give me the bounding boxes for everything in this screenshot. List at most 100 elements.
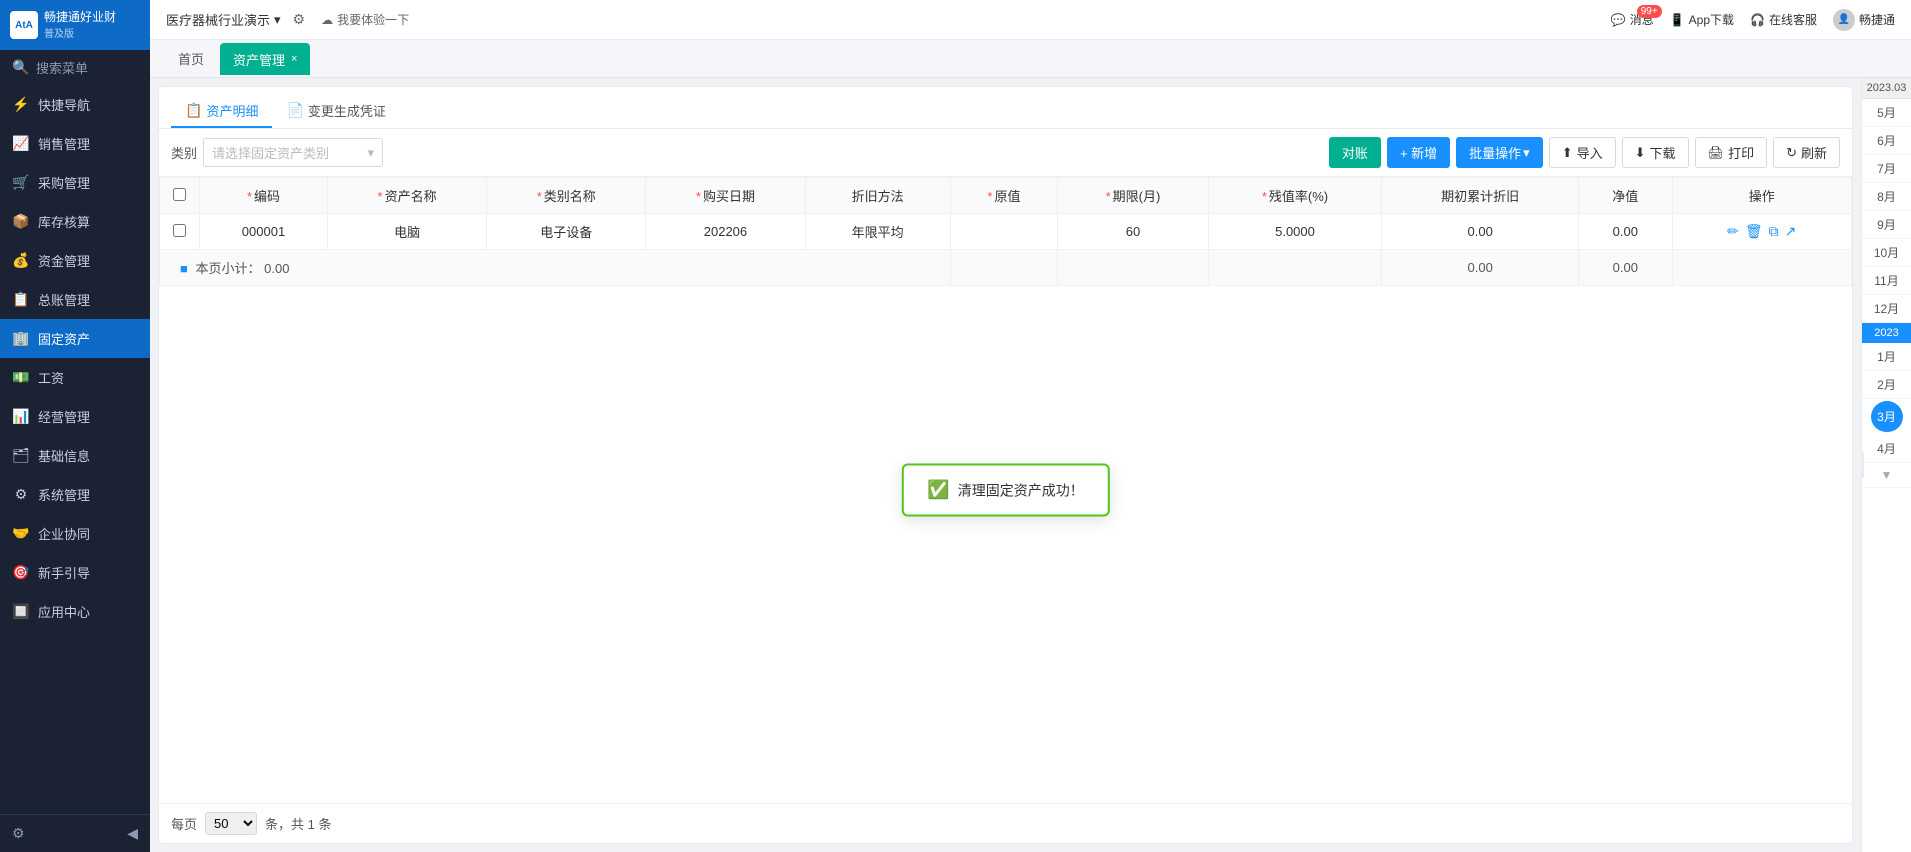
right-panel-month-2[interactable]: 2月: [1862, 371, 1911, 399]
row-actions-cell: ✏ 🗑 ⧉ ↗: [1672, 214, 1851, 250]
header-original-value: *原值: [950, 178, 1058, 214]
fixed-assets-icon: 🏢: [12, 330, 30, 347]
tab-asset-detail[interactable]: 📋 资产明细: [171, 95, 272, 128]
app-title: 畅捷通好业财: [44, 10, 116, 26]
sidebar-item-ledger[interactable]: 📋 总账管理: [0, 280, 150, 319]
avatar: 👤: [1833, 9, 1855, 31]
row-residual-rate: 5.0000: [1208, 214, 1382, 250]
collab-icon: 🤝: [12, 525, 30, 542]
row-category: 电子设备: [487, 214, 646, 250]
right-panel-month-12[interactable]: 12月: [1862, 295, 1911, 323]
import-button[interactable]: ⬆ 导入: [1549, 137, 1616, 168]
right-panel-month-9[interactable]: 9月: [1862, 211, 1911, 239]
sidebar-item-fixed-assets[interactable]: 🏢 固定资产: [0, 319, 150, 358]
table-header-row: *编码 *资产名称 *类别名称 *购买日期 折旧方法 *原值 *期限(月) *残…: [160, 178, 1852, 214]
topbar-right: 💬 消息 99+ 📱 App下载 🎧 在线客服 👤 畅捷通: [1611, 9, 1895, 31]
sidebar-item-search[interactable]: 🔍 搜索菜单: [0, 50, 150, 85]
row-select-checkbox[interactable]: [173, 224, 186, 237]
asset-detail-icon: 📋: [185, 102, 202, 119]
batch-button[interactable]: 批量操作 ▾: [1456, 137, 1543, 168]
reconcile-button[interactable]: 对账: [1329, 137, 1381, 168]
user-menu[interactable]: 👤 畅捷通: [1833, 9, 1895, 31]
edit-icon[interactable]: ✏: [1727, 223, 1739, 240]
right-panel-month-1[interactable]: 1月: [1862, 343, 1911, 371]
page-size-select[interactable]: 50 100 200: [205, 812, 257, 835]
sidebar-item-collab[interactable]: 🤝 企业协同: [0, 514, 150, 553]
right-panel-month-6[interactable]: 6月: [1862, 127, 1911, 155]
sidebar-item-inventory[interactable]: 📦 库存核算: [0, 202, 150, 241]
subtotal-label: 本页小计：: [195, 261, 260, 276]
sidebar-item-finance[interactable]: 💰 资金管理: [0, 241, 150, 280]
right-panel-month-11[interactable]: 11月: [1862, 267, 1911, 295]
header-net-value: 净值: [1579, 178, 1672, 214]
sub-tabs: 📋 资产明细 📄 变更生成凭证: [159, 87, 1852, 129]
table-container: *编码 *资产名称 *类别名称 *购买日期 折旧方法 *原值 *期限(月) *残…: [159, 177, 1852, 803]
sidebar-item-guide[interactable]: 🎯 新手引导: [0, 553, 150, 592]
sidebar-item-app-center[interactable]: 🔲 应用中心: [0, 592, 150, 631]
subtotal-icon: ■: [180, 261, 188, 276]
app-logo: AtA: [10, 11, 38, 39]
pagination: 每页 50 100 200 条，共 1 条: [159, 803, 1852, 843]
collapse-sidebar-icon[interactable]: ◀: [127, 825, 138, 842]
page-main: 📋 资产明细 📄 变更生成凭证 类别 请选择固定资产类别 ▾: [150, 78, 1861, 852]
sidebar-item-basic-info[interactable]: 🗂 基础信息: [0, 436, 150, 475]
row-period: 60: [1058, 214, 1209, 250]
company-dropdown-icon: ▾: [274, 12, 281, 28]
row-action-buttons: ✏ 🗑 ⧉ ↗: [1683, 223, 1841, 240]
right-panel-collapse-btn[interactable]: ◀: [1861, 453, 1864, 478]
header-name: *资产名称: [328, 178, 487, 214]
app-download-button[interactable]: 📱 App下载: [1670, 11, 1734, 28]
row-checkbox: [160, 214, 200, 250]
header-purchase-date: *购买日期: [646, 178, 805, 214]
right-panel-month-10[interactable]: 10月: [1862, 239, 1911, 267]
download-icon: ⬇: [1635, 145, 1646, 161]
app-subtitle: 普及版: [44, 25, 116, 40]
import-icon: ⬆: [1562, 145, 1573, 161]
sidebar-footer: ⚙ ◀: [0, 814, 150, 852]
right-panel-month-7[interactable]: 7月: [1862, 155, 1911, 183]
right-panel-month-3-active[interactable]: 3月: [1871, 401, 1903, 433]
header-residual-rate: *残值率(%): [1208, 178, 1382, 214]
tab-close-icon[interactable]: ×: [291, 53, 297, 65]
refresh-button[interactable]: ↻ 刷新: [1773, 137, 1840, 168]
system-icon: ⚙: [12, 486, 30, 503]
header-actions: 操作: [1672, 178, 1851, 214]
print-button[interactable]: 🖨 打印: [1695, 137, 1768, 168]
experience-button[interactable]: ☁ 我要体验一下: [321, 11, 409, 28]
download-button[interactable]: ⬇ 下载: [1622, 137, 1689, 168]
new-button[interactable]: + 新增: [1387, 137, 1450, 168]
sidebar-item-quick-nav[interactable]: ⚡ 快捷导航: [0, 85, 150, 124]
select-all-checkbox[interactable]: [173, 188, 186, 201]
sidebar-item-purchase[interactable]: 🛒 采购管理: [0, 163, 150, 202]
message-button[interactable]: 💬 消息 99+: [1611, 11, 1654, 28]
header-period: *期限(月): [1058, 178, 1209, 214]
right-panel-month-8[interactable]: 8月: [1862, 183, 1911, 211]
main-content: 医疗器械行业演示 ▾ ⚙ ☁ 我要体验一下 💬 消息 99+ 📱 App下载 🎧…: [150, 0, 1911, 852]
right-panel-month-5[interactable]: 5月: [1862, 99, 1911, 127]
category-select[interactable]: 请选择固定资产类别 ▾: [203, 138, 383, 167]
copy-icon[interactable]: ⧉: [1769, 223, 1779, 240]
row-asset-name: 电脑: [328, 214, 487, 250]
quick-nav-icon: ⚡: [12, 96, 30, 113]
tab-home[interactable]: 首页: [166, 43, 216, 74]
sidebar-item-management[interactable]: 📊 经营管理: [0, 397, 150, 436]
sidebar-item-payroll[interactable]: 💵 工资: [0, 358, 150, 397]
delete-icon[interactable]: 🗑: [1745, 223, 1763, 240]
right-panel: ◀ 2023.03 5月 6月 7月 8月 9月 10月 11月 12月 202…: [1861, 78, 1911, 852]
right-panel-down-arrow[interactable]: ▼: [1862, 463, 1911, 488]
table-row: 000001 电脑 电子设备 202206 年限平均 60 5.0000 0.0…: [160, 214, 1852, 250]
sidebar-header: AtA 畅捷通好业财 普及版: [0, 0, 150, 50]
sidebar-item-sales[interactable]: 📈 销售管理: [0, 124, 150, 163]
more-icon[interactable]: ↗: [1785, 223, 1797, 240]
select-dropdown-icon: ▾: [367, 145, 374, 161]
header-accumulated: 期初累计折旧: [1382, 178, 1579, 214]
tab-change-voucher[interactable]: 📄 变更生成凭证: [272, 95, 399, 128]
settings-footer-icon[interactable]: ⚙: [12, 825, 25, 842]
topbar-settings-icon[interactable]: ⚙: [293, 11, 306, 28]
tab-asset-management[interactable]: 资产管理 ×: [220, 43, 310, 75]
sidebar-item-system[interactable]: ⚙ 系统管理: [0, 475, 150, 514]
company-selector[interactable]: 医疗器械行业演示 ▾: [166, 10, 281, 29]
online-service-button[interactable]: 🎧 在线客服: [1750, 11, 1817, 28]
search-icon: 🔍: [12, 59, 30, 76]
right-panel-month-4[interactable]: 4月: [1862, 435, 1911, 463]
